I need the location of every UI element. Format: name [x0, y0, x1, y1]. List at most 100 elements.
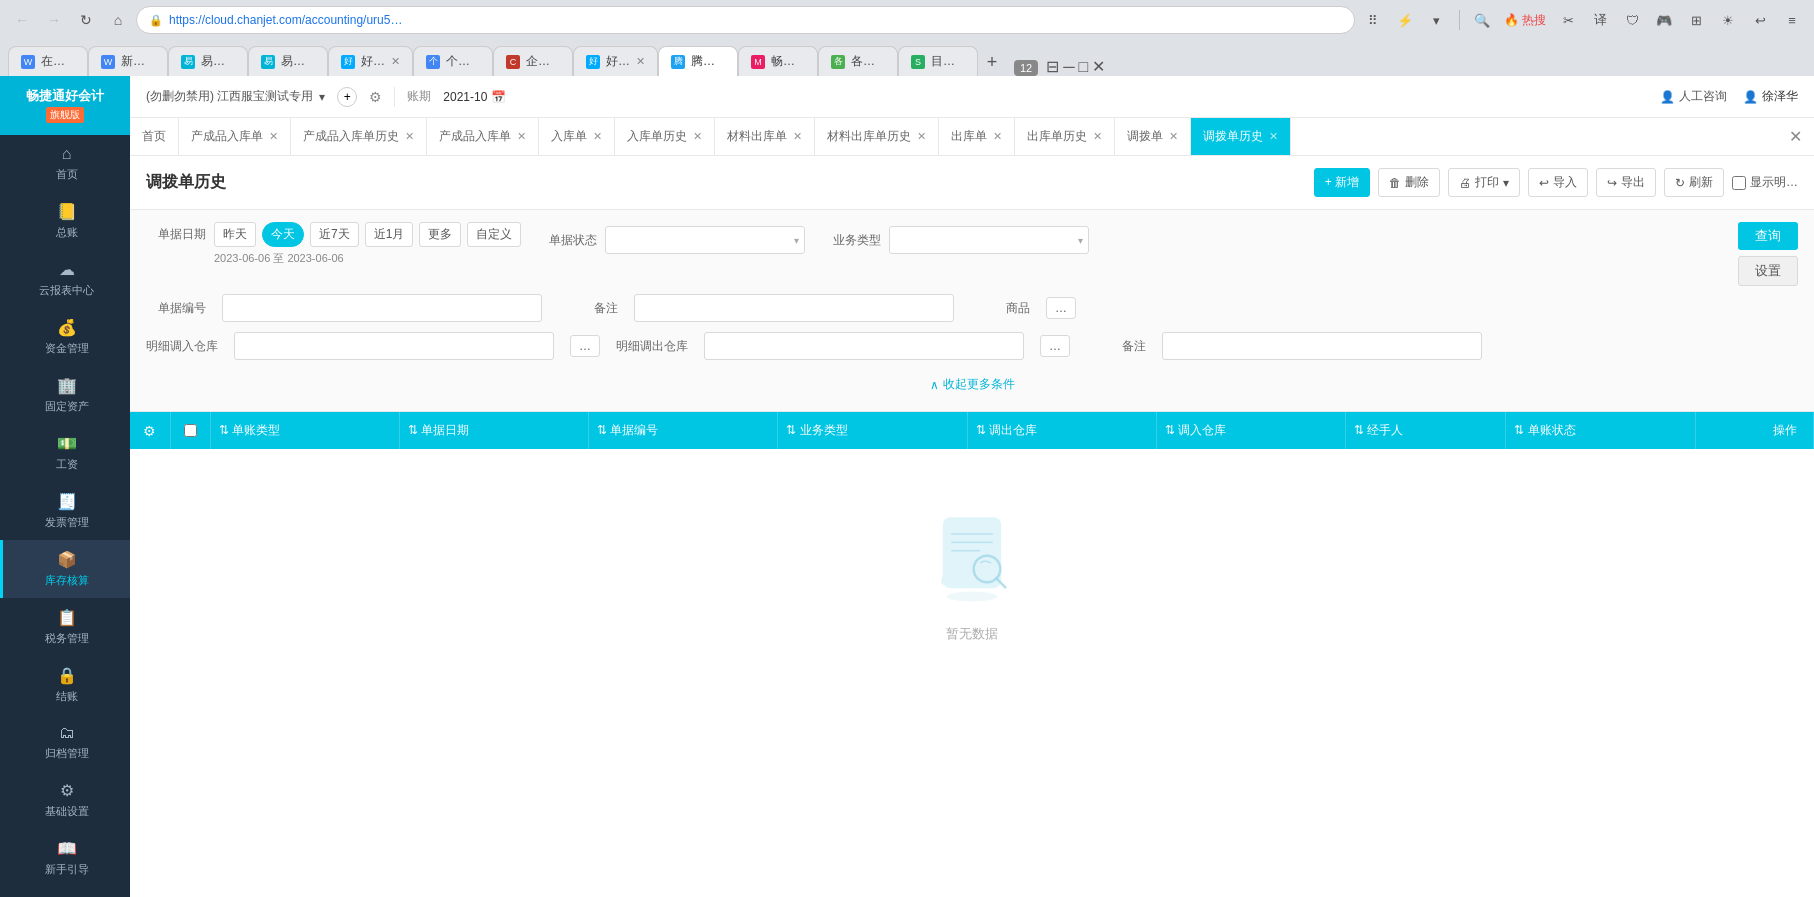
export-button[interactable]: ↪ 导出: [1596, 168, 1656, 197]
date-btn-1month[interactable]: 近1月: [365, 222, 414, 247]
page-tab-close-cailiao-chuku[interactable]: ✕: [793, 130, 802, 143]
biz-type-select[interactable]: 类型1: [889, 226, 1089, 254]
sidebar-item-archives[interactable]: 🗂 归档管理: [0, 714, 130, 771]
page-tab-close-chanpin-history[interactable]: ✕: [405, 130, 414, 143]
page-tab-close-diaobo-history[interactable]: ✕: [1269, 130, 1278, 143]
forward-button[interactable]: →: [40, 6, 68, 34]
print-button[interactable]: 🖨 打印 ▾: [1448, 168, 1520, 197]
company-settings-button[interactable]: ⚙: [369, 89, 382, 105]
grid-button[interactable]: ⊞: [1682, 6, 1710, 34]
user-profile-button[interactable]: 👤 徐泽华: [1743, 88, 1798, 105]
browser-tab-6[interactable]: 个 个…: [413, 46, 493, 76]
page-tab-close-ruku-history[interactable]: ✕: [693, 130, 702, 143]
page-tab-close-diaobo[interactable]: ✕: [1169, 130, 1178, 143]
shield-button[interactable]: 🛡: [1618, 6, 1646, 34]
date-btn-more[interactable]: 更多: [419, 222, 461, 247]
company-selector[interactable]: (勿删勿禁用) 江西服宝测试专用 ▾: [146, 88, 325, 105]
browser-tab-11[interactable]: 各 各…: [818, 46, 898, 76]
page-tab-chanpin-history[interactable]: 产成品入库单历史 ✕: [291, 118, 427, 156]
add-company-button[interactable]: +: [337, 87, 357, 107]
refresh-button[interactable]: ↻: [72, 6, 100, 34]
browser-tab-8[interactable]: 好 好… ✕: [573, 46, 658, 76]
sidebar-item-tax[interactable]: 📋 税务管理: [0, 598, 130, 656]
page-tab-cailiao-chuku[interactable]: 材料出库单 ✕: [715, 118, 815, 156]
show-all-checkbox[interactable]: [1732, 176, 1746, 190]
th-in-warehouse[interactable]: ⇅ 调入仓库: [1156, 412, 1345, 449]
customer-service-button[interactable]: 👤 人工咨询: [1660, 88, 1727, 105]
filter-settings-button[interactable]: 设置: [1738, 256, 1798, 286]
period-value[interactable]: 2021-10 📅: [443, 90, 505, 104]
page-tab-chanpin-ruku[interactable]: 产成品入库单 ✕: [179, 118, 291, 156]
status-select[interactable]: 草稿 已审核 待审核: [605, 226, 805, 254]
sidebar-item-invoices[interactable]: 🧾 发票管理: [0, 482, 130, 540]
remark-input[interactable]: [634, 294, 954, 322]
undo-button[interactable]: ↩: [1746, 6, 1774, 34]
sidebar-item-funds[interactable]: 💰 资金管理: [0, 308, 130, 366]
tab-count-badge[interactable]: 12: [1014, 60, 1038, 76]
delete-button[interactable]: 🗑 删除: [1378, 168, 1440, 197]
tab-close-8[interactable]: ✕: [636, 55, 645, 68]
page-tab-chuku-history[interactable]: 出库单历史 ✕: [1015, 118, 1115, 156]
page-tab-close-chanpin-ruku2[interactable]: ✕: [517, 130, 526, 143]
detail-out-picker-button[interactable]: …: [1040, 335, 1070, 357]
page-tab-close-cailiao-history[interactable]: ✕: [917, 130, 926, 143]
page-tab-close-chuku[interactable]: ✕: [993, 130, 1002, 143]
translate-button[interactable]: 译: [1586, 6, 1614, 34]
minimize-button[interactable]: ─: [1063, 58, 1074, 76]
remark2-input[interactable]: [1162, 332, 1482, 360]
browser-tab-1[interactable]: W 在…: [8, 46, 88, 76]
detail-out-input[interactable]: [704, 332, 1024, 360]
page-tab-close-chanpin-ruku[interactable]: ✕: [269, 130, 278, 143]
close-window-button[interactable]: ✕: [1092, 57, 1105, 76]
page-tab-ruku[interactable]: 入库单 ✕: [539, 118, 615, 156]
sidebar-item-inventory[interactable]: 📦 库存核算: [0, 540, 130, 598]
sidebar-item-settings[interactable]: ⚙ 基础设置: [0, 771, 130, 829]
browser-tab-5[interactable]: 好 好… ✕: [328, 46, 413, 76]
th-handler[interactable]: ⇅ 经手人: [1346, 412, 1506, 449]
sidebar-item-home[interactable]: ⌂ 首页: [0, 135, 130, 192]
page-tab-diaobo[interactable]: 调拨单 ✕: [1115, 118, 1191, 156]
hot-search[interactable]: 🔥 热搜: [1500, 8, 1550, 33]
sidebar-item-reports[interactable]: ☁ 云报表中心: [0, 250, 130, 308]
scissors-button[interactable]: ✂: [1554, 6, 1582, 34]
page-tab-chanpin-ruku2[interactable]: 产成品入库单 ✕: [427, 118, 539, 156]
page-tab-diaobo-history[interactable]: 调拨单历史 ✕: [1191, 118, 1291, 156]
browser-tab-12[interactable]: S 目…: [898, 46, 978, 76]
date-btn-custom[interactable]: 自定义: [467, 222, 521, 247]
close-all-tabs-button[interactable]: ✕: [1777, 127, 1814, 146]
tab-list-button[interactable]: ⊟: [1046, 57, 1059, 76]
page-tab-cailiao-history[interactable]: 材料出库单历史 ✕: [815, 118, 939, 156]
page-tab-close-ruku[interactable]: ✕: [593, 130, 602, 143]
menu-button[interactable]: ≡: [1778, 6, 1806, 34]
select-all-checkbox[interactable]: [184, 424, 197, 437]
search-button[interactable]: 🔍: [1468, 6, 1496, 34]
refresh-button-page[interactable]: ↻ 刷新: [1664, 168, 1724, 197]
sidebar-item-closing[interactable]: 🔒 结账: [0, 656, 130, 714]
date-btn-today[interactable]: 今天: [262, 222, 304, 247]
browser-tab-2[interactable]: W 新…: [88, 46, 168, 76]
sidebar-item-assets[interactable]: 🏢 固定资产: [0, 366, 130, 424]
goods-picker-button[interactable]: …: [1046, 297, 1076, 319]
date-btn-yesterday[interactable]: 昨天: [214, 222, 256, 247]
browser-tab-7[interactable]: C 企…: [493, 46, 573, 76]
collapse-filter-button[interactable]: ∧ 收起更多条件: [146, 370, 1798, 399]
th-biz-type[interactable]: ⇅ 业务类型: [778, 412, 967, 449]
detail-in-input[interactable]: [234, 332, 554, 360]
th-out-warehouse[interactable]: ⇅ 调出仓库: [967, 412, 1156, 449]
lightning-button[interactable]: ⚡: [1391, 6, 1419, 34]
tab-close-5[interactable]: ✕: [391, 55, 400, 68]
sidebar-item-wages[interactable]: 💵 工资: [0, 424, 130, 482]
maximize-button[interactable]: □: [1079, 58, 1089, 76]
column-settings-icon[interactable]: ⚙: [138, 423, 162, 439]
dropdown-button[interactable]: ▾: [1423, 6, 1451, 34]
new-button[interactable]: + 新增: [1314, 168, 1370, 197]
detail-in-picker-button[interactable]: …: [570, 335, 600, 357]
th-checkbox[interactable]: [170, 412, 210, 449]
th-doc-date[interactable]: ⇅ 单据日期: [399, 412, 588, 449]
th-doc-status[interactable]: ⇅ 单账状态: [1506, 412, 1695, 449]
browser-tab-9[interactable]: 腾 腾…: [658, 46, 738, 76]
th-settings[interactable]: ⚙: [130, 412, 170, 449]
page-tab-home[interactable]: 首页: [130, 118, 179, 156]
sidebar-logo[interactable]: 畅捷通好会计 旗舰版: [0, 76, 130, 135]
browser-tab-4[interactable]: 易 易…: [248, 46, 328, 76]
